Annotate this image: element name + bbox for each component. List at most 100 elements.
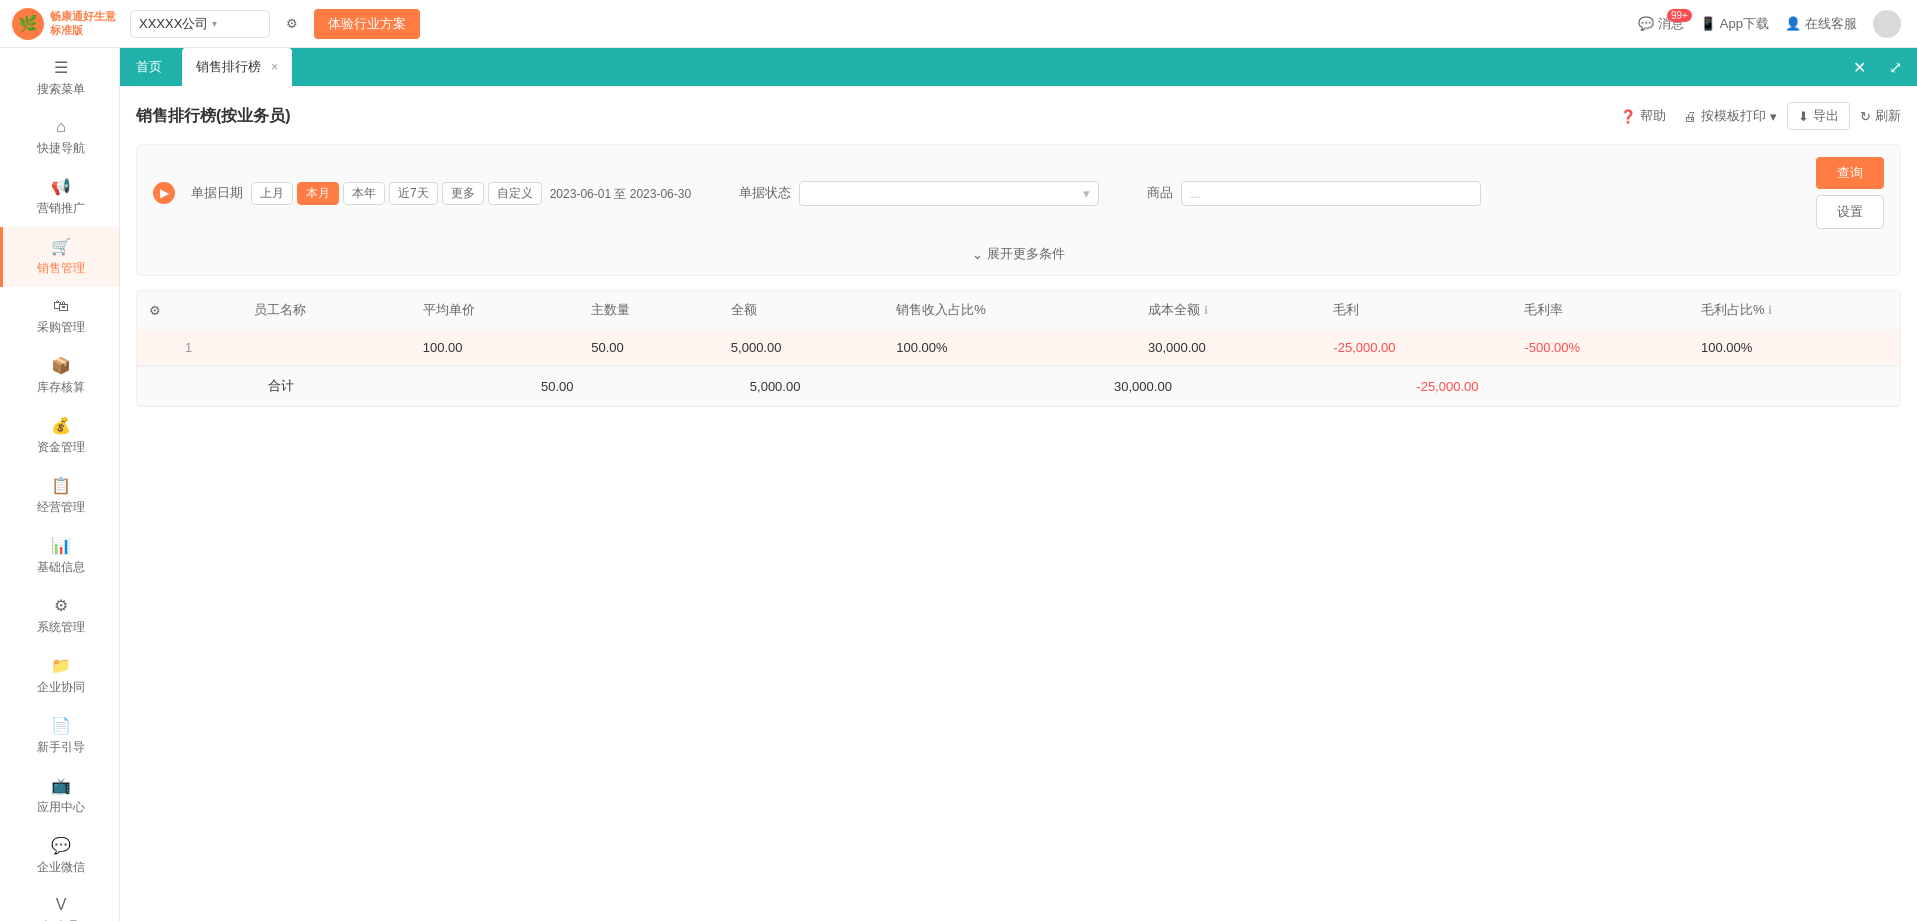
goods-select[interactable]: ... xyxy=(1181,181,1481,206)
data-table: ⚙ 员工名称 平均单价 主数量 全额 销售收入占比% 成本全额 ℹ 毛利 毛利率 xyxy=(137,291,1900,366)
export-btn[interactable]: ⬇ 导出 xyxy=(1787,102,1850,130)
topbar-settings-icon[interactable]: ⚙ xyxy=(278,10,306,38)
sidebar-item-3[interactable]: 🛒 销售管理 xyxy=(0,227,119,287)
user-avatar-area[interactable] xyxy=(1873,10,1905,38)
sidebar-item-1[interactable]: ⌂ 快捷导航 xyxy=(0,108,119,167)
footer-sales-ratio xyxy=(1013,367,1102,406)
tab-close-icon[interactable]: × xyxy=(271,60,278,74)
logo-area: 🌿 畅康通好生意 标准版 xyxy=(12,8,122,40)
sidebar-item-0[interactable]: ☰ 搜索菜单 xyxy=(0,48,119,108)
sidebar-label-10: 企业协同 xyxy=(37,679,85,696)
footer-profit-ratio xyxy=(1811,367,1900,406)
content-area: 首页 销售排行榜 × ✕ ⤢ 销售排行榜(按业务员) ❓ xyxy=(120,48,1917,921)
sidebar-item-7[interactable]: 📋 经营管理 xyxy=(0,466,119,526)
sidebar-label-6: 资金管理 xyxy=(37,439,85,456)
company-selector[interactable]: XXXXX公司 ▾ xyxy=(130,10,270,38)
date-btn-this-year[interactable]: 本年 xyxy=(343,182,385,205)
footer-cost: 30,000.00 xyxy=(1102,367,1404,406)
footer-profit-rate xyxy=(1723,367,1812,406)
filter-area: ▶ 单据日期 上月 本月 本年 近7天 更多 自定义 xyxy=(136,144,1901,276)
th-sales-ratio: 销售收入占比% xyxy=(884,291,1136,330)
sidebar-item-13[interactable]: 💬 企业微信 xyxy=(0,826,119,886)
sidebar-item-4[interactable]: 🛍 采购管理 xyxy=(0,287,119,346)
status-select[interactable]: ▾ xyxy=(799,181,1099,206)
th-settings[interactable]: ⚙ xyxy=(137,291,173,330)
trial-button[interactable]: 体验行业方案 xyxy=(314,9,420,39)
sidebar-item-2[interactable]: 📢 营销推广 xyxy=(0,167,119,227)
tab-bar: 首页 销售排行榜 × ✕ ⤢ xyxy=(120,48,1917,86)
goods-filter-label: 商品 xyxy=(1147,184,1173,202)
help-btn[interactable]: ❓ 帮助 xyxy=(1612,103,1674,129)
filter-row: ▶ 单据日期 上月 本月 本年 近7天 更多 自定义 xyxy=(153,157,1884,229)
message-badge: 99+ xyxy=(1667,9,1692,22)
tab-bar-right: ✕ ⤢ xyxy=(1845,53,1917,81)
profit-ratio-info-icon[interactable]: ℹ xyxy=(1768,304,1772,316)
tab-home[interactable]: 首页 xyxy=(120,48,178,86)
app-download-icon: 📱 xyxy=(1700,16,1716,31)
date-btn-more[interactable]: 更多 xyxy=(442,182,484,205)
sidebar-label-0: 搜索菜单 xyxy=(37,81,85,98)
refresh-btn[interactable]: ↻ 刷新 xyxy=(1860,107,1901,125)
sidebar-label-9: 系统管理 xyxy=(37,619,85,636)
sidebar-item-6[interactable]: 💰 资金管理 xyxy=(0,406,119,466)
date-btn-this-month[interactable]: 本月 xyxy=(297,182,339,205)
page-content: 销售排行榜(按业务员) ❓ 帮助 🖨 按模板打印 ▾ ⬇ xyxy=(120,86,1917,921)
sidebar-icon-3: 🛒 xyxy=(51,237,71,256)
sidebar-icon-8: 📊 xyxy=(51,536,71,555)
sidebar-item-14[interactable]: V 畅会员 xyxy=(0,886,119,921)
refresh-icon: ↻ xyxy=(1860,109,1871,124)
table-header-row: ⚙ 员工名称 平均单价 主数量 全额 销售收入占比% 成本全额 ℹ 毛利 毛利率 xyxy=(137,291,1900,330)
goods-placeholder: ... xyxy=(1190,186,1472,201)
tab-close-window-btn[interactable]: ✕ xyxy=(1845,53,1873,81)
sidebar-item-9[interactable]: ⚙ 系统管理 xyxy=(0,586,119,646)
sidebar-item-11[interactable]: 📄 新手引导 xyxy=(0,706,119,766)
sidebar-icon-6: 💰 xyxy=(51,416,71,435)
sidebar-icon-4: 🛍 xyxy=(53,297,69,315)
company-name: XXXXX公司 xyxy=(139,15,208,33)
sidebar-item-10[interactable]: 📁 企业协同 xyxy=(0,646,119,706)
cell-rank: 1 xyxy=(173,330,242,366)
help-label: 帮助 xyxy=(1640,107,1666,125)
th-profit-rate: 毛利率 xyxy=(1512,291,1689,330)
export-label: 导出 xyxy=(1813,107,1839,125)
query-button[interactable]: 查询 xyxy=(1816,157,1884,189)
sidebar-icon-1: ⌂ xyxy=(56,118,66,136)
setting-button[interactable]: 设置 xyxy=(1816,195,1884,229)
date-buttons: 上月 本月 本年 近7天 更多 自定义 xyxy=(251,182,542,205)
sidebar-label-8: 基础信息 xyxy=(37,559,85,576)
cell-settings xyxy=(137,330,173,366)
footer-empty-rank xyxy=(167,367,256,406)
footer-avg-price xyxy=(440,367,529,406)
app-download-btn[interactable]: 📱 App下载 xyxy=(1700,15,1769,33)
date-btn-custom[interactable]: 自定义 xyxy=(488,182,542,205)
message-icon: 💬 xyxy=(1638,16,1654,31)
message-btn[interactable]: 💬 消息 99+ xyxy=(1638,15,1684,33)
cell-sales-ratio: 100.00% xyxy=(884,330,1136,366)
date-btn-last-month[interactable]: 上月 xyxy=(251,182,293,205)
cost-info-icon[interactable]: ℹ xyxy=(1204,304,1208,316)
sidebar: ☰ 搜索菜单 ⌂ 快捷导航 📢 营销推广 🛒 销售管理 🛍 采购管理 📦 库存核… xyxy=(0,48,120,921)
date-filter: 单据日期 上月 本月 本年 近7天 更多 自定义 2023-06-01 至 20… xyxy=(191,182,691,205)
footer-table: 合计 50.00 5,000.00 30,000.00 -25,000.00 xyxy=(137,367,1900,406)
sidebar-icon-9: ⚙ xyxy=(54,596,68,615)
footer-amount: 5,000.00 xyxy=(738,367,1014,406)
sidebar-item-5[interactable]: 📦 库存核算 xyxy=(0,346,119,406)
status-filter-label: 单据状态 xyxy=(739,184,791,202)
template-print-label: 按模板打印 xyxy=(1701,107,1766,125)
sidebar-label-7: 经营管理 xyxy=(37,499,85,516)
logo-icon: 🌿 xyxy=(12,8,44,40)
expand-conditions-btn[interactable]: ⌄ 展开更多条件 xyxy=(972,245,1065,263)
expand-chevron-icon: ⌄ xyxy=(972,247,983,262)
online-service-btn[interactable]: 👤 在线客服 xyxy=(1785,15,1857,33)
sidebar-icon-7: 📋 xyxy=(51,476,71,495)
footer-profit: -25,000.00 xyxy=(1404,367,1722,406)
tab-maximize-btn[interactable]: ⤢ xyxy=(1881,53,1909,81)
page-title: 销售排行榜(按业务员) xyxy=(136,106,291,127)
sidebar-item-12[interactable]: 📺 应用中心 xyxy=(0,766,119,826)
expand-row: ⌄ 展开更多条件 xyxy=(153,237,1884,263)
filter-toggle-btn[interactable]: ▶ xyxy=(153,182,175,204)
sidebar-item-8[interactable]: 📊 基础信息 xyxy=(0,526,119,586)
template-print-btn[interactable]: 🖨 按模板打印 ▾ xyxy=(1684,107,1777,125)
tab-sales-ranking[interactable]: 销售排行榜 × xyxy=(182,48,292,86)
date-btn-7days[interactable]: 近7天 xyxy=(389,182,438,205)
